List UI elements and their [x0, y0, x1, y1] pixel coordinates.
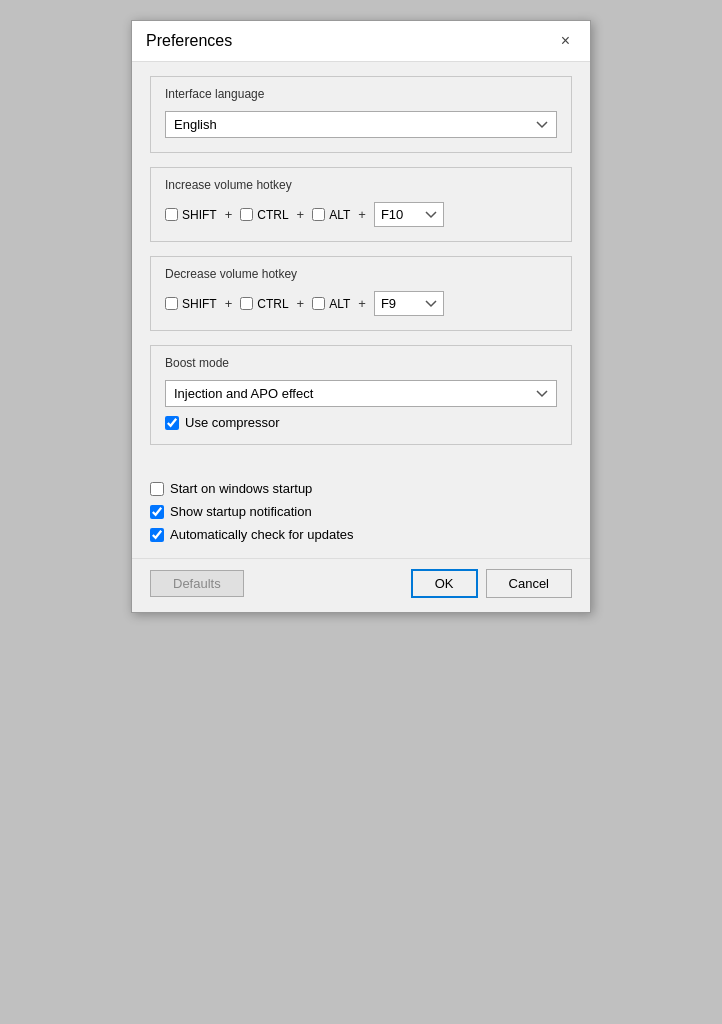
- start-on-startup-checkbox[interactable]: [150, 482, 164, 496]
- footer-right: OK Cancel: [411, 569, 572, 598]
- footer: Defaults OK Cancel: [132, 558, 590, 612]
- start-on-startup-label: Start on windows startup: [170, 481, 312, 496]
- decrease-alt-checkbox[interactable]: [312, 297, 325, 310]
- dialog-title: Preferences: [146, 32, 232, 50]
- decrease-ctrl-label: CTRL: [257, 297, 288, 311]
- use-compressor-label: Use compressor: [185, 415, 280, 430]
- decrease-ctrl-checkbox[interactable]: [240, 297, 253, 310]
- decrease-plus2: +: [297, 296, 305, 311]
- increase-volume-section: Increase volume hotkey SHIFT + CTRL + AL…: [150, 167, 572, 242]
- increase-alt-item: ALT: [312, 208, 350, 222]
- auto-check-updates-item: Automatically check for updates: [150, 527, 572, 542]
- decrease-volume-label: Decrease volume hotkey: [165, 267, 557, 281]
- decrease-shift-checkbox[interactable]: [165, 297, 178, 310]
- use-compressor-item: Use compressor: [165, 415, 557, 430]
- interface-language-label: Interface language: [165, 87, 557, 101]
- increase-ctrl-label: CTRL: [257, 208, 288, 222]
- decrease-ctrl-item: CTRL: [240, 297, 288, 311]
- increase-plus1: +: [225, 207, 233, 222]
- content-area: Interface language English Russian Germa…: [132, 62, 590, 469]
- close-button[interactable]: ×: [555, 31, 576, 51]
- increase-plus2: +: [297, 207, 305, 222]
- preferences-dialog: Preferences × Interface language English…: [131, 20, 591, 613]
- increase-ctrl-item: CTRL: [240, 208, 288, 222]
- increase-ctrl-checkbox[interactable]: [240, 208, 253, 221]
- start-on-startup-item: Start on windows startup: [150, 481, 572, 496]
- decrease-key-select[interactable]: F9 F1F2F3F4 F5F6F7F8 F10F11F12: [374, 291, 444, 316]
- increase-shift-item: SHIFT: [165, 208, 217, 222]
- interface-language-section: Interface language English Russian Germa…: [150, 76, 572, 153]
- boost-mode-label: Boost mode: [165, 356, 557, 370]
- use-compressor-checkbox[interactable]: [165, 416, 179, 430]
- decrease-shift-label: SHIFT: [182, 297, 217, 311]
- increase-shift-label: SHIFT: [182, 208, 217, 222]
- increase-alt-checkbox[interactable]: [312, 208, 325, 221]
- cancel-button[interactable]: Cancel: [486, 569, 572, 598]
- title-bar: Preferences ×: [132, 21, 590, 62]
- ok-button[interactable]: OK: [411, 569, 478, 598]
- decrease-plus3: +: [358, 296, 366, 311]
- decrease-volume-section: Decrease volume hotkey SHIFT + CTRL + AL…: [150, 256, 572, 331]
- increase-key-select[interactable]: F10 F1F2F3F4 F5F6F7F8 F9F11F12: [374, 202, 444, 227]
- standalone-checkboxes: Start on windows startup Show startup no…: [132, 469, 590, 558]
- defaults-button[interactable]: Defaults: [150, 570, 244, 597]
- increase-shift-checkbox[interactable]: [165, 208, 178, 221]
- boost-mode-select[interactable]: Injection and APO effect Injection only …: [165, 380, 557, 407]
- auto-check-updates-label: Automatically check for updates: [170, 527, 354, 542]
- increase-volume-label: Increase volume hotkey: [165, 178, 557, 192]
- decrease-plus1: +: [225, 296, 233, 311]
- increase-alt-label: ALT: [329, 208, 350, 222]
- decrease-alt-item: ALT: [312, 297, 350, 311]
- show-notification-label: Show startup notification: [170, 504, 312, 519]
- decrease-shift-item: SHIFT: [165, 297, 217, 311]
- show-notification-checkbox[interactable]: [150, 505, 164, 519]
- interface-language-select[interactable]: English Russian German French Spanish: [165, 111, 557, 138]
- auto-check-updates-checkbox[interactable]: [150, 528, 164, 542]
- boost-mode-section: Boost mode Injection and APO effect Inje…: [150, 345, 572, 445]
- show-notification-item: Show startup notification: [150, 504, 572, 519]
- increase-plus3: +: [358, 207, 366, 222]
- decrease-hotkey-row: SHIFT + CTRL + ALT + F9 F1F2F3F4 F5F6F7F…: [165, 291, 557, 316]
- decrease-alt-label: ALT: [329, 297, 350, 311]
- increase-hotkey-row: SHIFT + CTRL + ALT + F10 F1F2F3F4 F5F6F7…: [165, 202, 557, 227]
